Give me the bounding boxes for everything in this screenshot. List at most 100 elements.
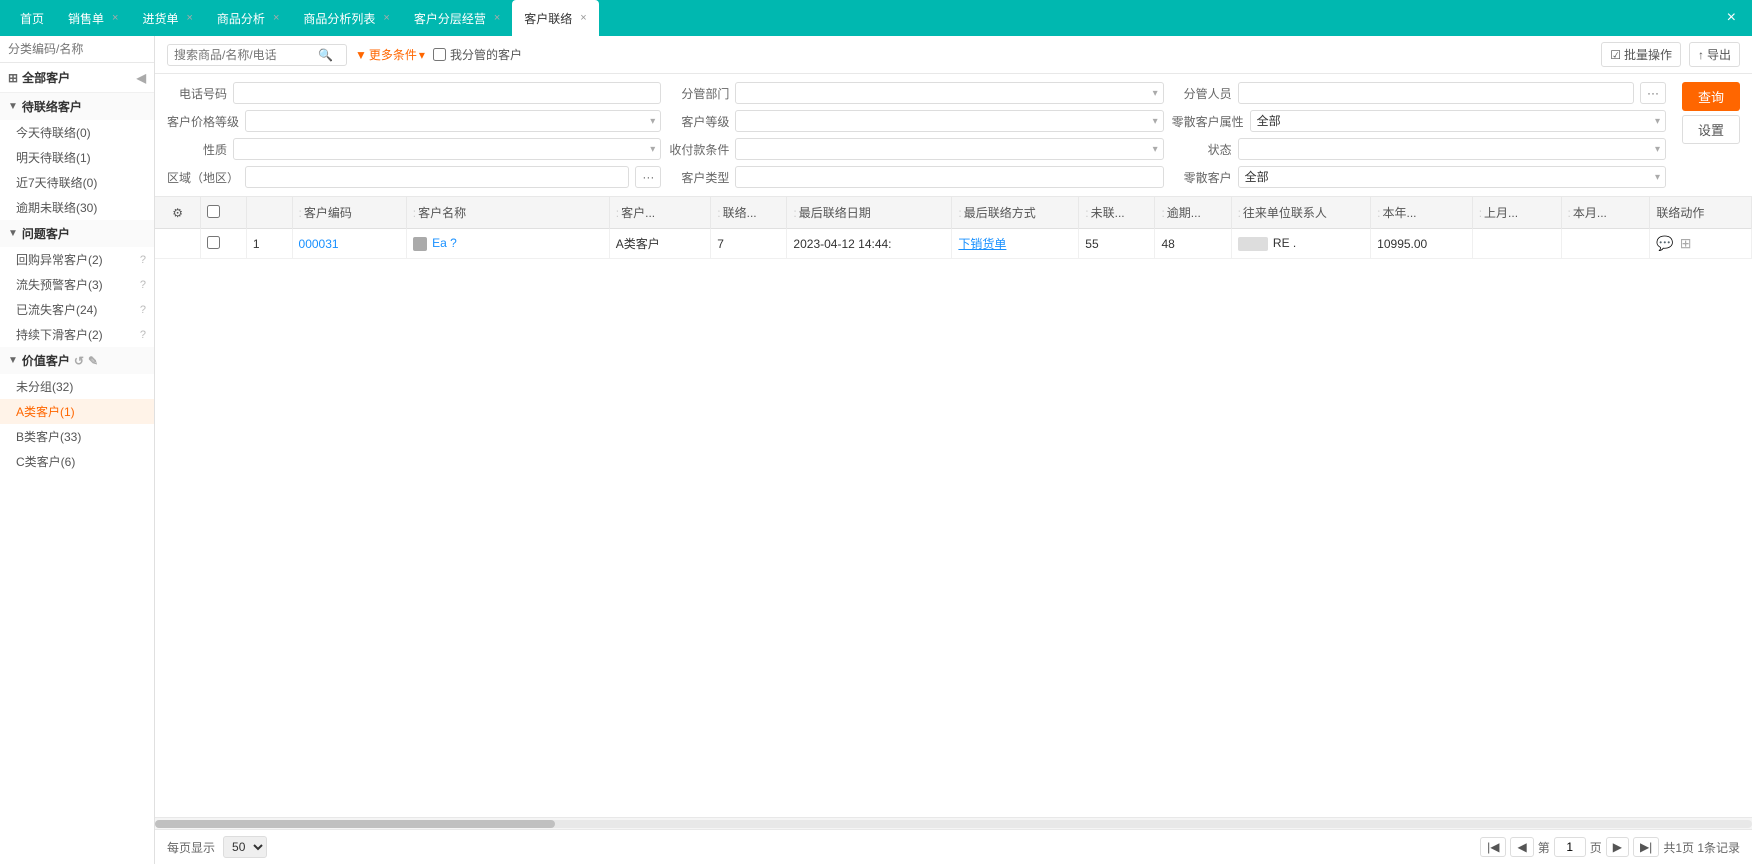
- query-button[interactable]: 查询: [1682, 82, 1740, 111]
- filter-phone-input[interactable]: [233, 82, 661, 104]
- nav-tab-purchase-close[interactable]: ×: [186, 12, 192, 24]
- sidebar-section-value[interactable]: ▼ 价值客户 ↺ ✎: [0, 347, 154, 374]
- sidebar-item-continuous-decline[interactable]: 持续下滑客户(2) ?: [0, 322, 154, 347]
- row-checkbox[interactable]: [207, 236, 220, 249]
- filter-bar: 🔍 ▼ 更多条件 ▾ 我分管的客户 ☑ 批量操作 ↑ 导出: [155, 36, 1752, 74]
- sidebar-item-unclassified[interactable]: 未分组(32): [0, 374, 154, 399]
- col-settings[interactable]: ⚙: [155, 197, 201, 229]
- filter-row-4: 区域（地区） ··· 客户类型 零散客户 全部 ▾: [167, 166, 1666, 188]
- page-input[interactable]: [1554, 837, 1586, 857]
- help-icon-4[interactable]: ?: [140, 329, 146, 341]
- filter-manager-input[interactable]: [1238, 82, 1634, 104]
- filter-row-1: 电话号码 分管部门 ▾ 分管人员: [167, 82, 1666, 104]
- col-name-label: 客户名称: [418, 206, 466, 220]
- nav-tab-purchase[interactable]: 进货单 ×: [130, 0, 204, 36]
- grid-icon: ⊞: [8, 71, 18, 85]
- row-code-cell[interactable]: 000031: [292, 229, 406, 259]
- sidebar-item-near7days[interactable]: 近7天待联络(0): [0, 170, 154, 195]
- filter-retail-attr-select[interactable]: 全部: [1250, 110, 1666, 132]
- sidebar-item-class-c[interactable]: C类客户(6): [0, 449, 154, 474]
- nav-tab-goods-analysis-list[interactable]: 商品分析列表 ×: [291, 0, 401, 36]
- sidebar-all-customers[interactable]: ⊞ 全部客户 ◀: [0, 63, 154, 93]
- per-page-select[interactable]: 50: [223, 836, 267, 858]
- filter-customer-level-wrapper: ▾: [735, 110, 1163, 132]
- filter-payment-select[interactable]: [735, 138, 1163, 160]
- nav-tab-sales-label: 销售单: [68, 10, 104, 27]
- col-select-all[interactable]: [201, 197, 247, 229]
- filter-retail-wrapper: 全部 ▾: [1238, 166, 1666, 188]
- sidebar-search-input[interactable]: [8, 42, 155, 56]
- filter-nature-label: 性质: [167, 141, 227, 158]
- sidebar-collapse-icon[interactable]: ◀: [137, 71, 146, 85]
- filter-dept-select[interactable]: [735, 82, 1163, 104]
- filter-more-btn[interactable]: ▼ 更多条件 ▾: [355, 46, 425, 63]
- filter-payment-wrapper: ▾: [735, 138, 1163, 160]
- filter-price-level-select[interactable]: [245, 110, 661, 132]
- filter-search-icon[interactable]: 🔍: [318, 48, 333, 62]
- sidebar-section-pending[interactable]: ▼ 待联络客户: [0, 93, 154, 120]
- sidebar-section-problems[interactable]: ▼ 问题客户: [0, 220, 154, 247]
- table-scrollbar-area: [155, 817, 1752, 829]
- next-page-btn[interactable]: ▶: [1606, 837, 1629, 857]
- help-icon-1[interactable]: ?: [140, 254, 146, 266]
- sidebar-item-lost-label: 已流失客户(24): [16, 301, 97, 318]
- row-name-color-block: [413, 237, 427, 251]
- export-button[interactable]: ↑ 导出: [1689, 42, 1740, 67]
- sidebar-item-lost[interactable]: 已流失客户(24) ?: [0, 297, 154, 322]
- select-all-checkbox[interactable]: [207, 205, 220, 218]
- sidebar-item-tomorrow[interactable]: 明天待联络(1): [0, 145, 154, 170]
- filter-retail-select[interactable]: 全部: [1238, 166, 1666, 188]
- help-icon-2[interactable]: ?: [140, 279, 146, 291]
- nav-tab-customer-contact[interactable]: 客户联络 ×: [512, 0, 598, 36]
- filter-manager-ellipsis[interactable]: ···: [1640, 82, 1666, 104]
- prev-page-btn[interactable]: ◀: [1510, 837, 1533, 857]
- edit-icon[interactable]: ✎: [88, 354, 98, 368]
- sidebar-section-value-label: 价值客户: [22, 352, 70, 369]
- scrollbar-thumb[interactable]: [155, 820, 555, 828]
- filter-search-input[interactable]: [174, 48, 314, 62]
- filter-customer-type-input[interactable]: [735, 166, 1163, 188]
- my-customers-checkbox[interactable]: [433, 48, 446, 61]
- filter-my-customers[interactable]: 我分管的客户: [433, 46, 522, 63]
- filter-retail-label: 零散客户: [1172, 169, 1232, 186]
- row-last-contact-method-link[interactable]: 下销货单: [958, 237, 1006, 251]
- refresh-icon[interactable]: ↺: [74, 354, 84, 368]
- sidebar-item-today[interactable]: 今天待联络(0): [0, 120, 154, 145]
- nav-tab-goods-analysis-close[interactable]: ×: [273, 12, 279, 24]
- filter-field-price-level: 客户价格等级 ▾: [167, 110, 661, 132]
- filter-region-ellipsis[interactable]: ···: [635, 166, 661, 188]
- col-contact-action-label: 联络动作: [1656, 206, 1704, 220]
- row-name-cell[interactable]: Ea ?: [406, 229, 609, 259]
- nav-tab-goods-analysis[interactable]: 商品分析 ×: [205, 0, 291, 36]
- nav-tab-home[interactable]: 首页: [8, 0, 56, 36]
- batch-ops-button[interactable]: ☑ 批量操作: [1601, 42, 1681, 67]
- filter-field-phone: 电话号码: [167, 82, 661, 104]
- filter-region-input[interactable]: [245, 166, 629, 188]
- nav-tab-sales[interactable]: 销售单 ×: [56, 0, 130, 36]
- first-page-btn[interactable]: |◀: [1480, 837, 1506, 857]
- sidebar-item-class-a[interactable]: A类客户(1): [0, 399, 154, 424]
- qr-action-icon[interactable]: ⊞: [1680, 235, 1692, 252]
- row-last-contact-method-cell[interactable]: 下销货单: [952, 229, 1079, 259]
- sidebar-item-lost-predicted[interactable]: 流失预警客户(3) ?: [0, 272, 154, 297]
- sidebar-item-overdue[interactable]: 逾期未联络(30): [0, 195, 154, 220]
- filter-settings-button[interactable]: 设置: [1682, 115, 1740, 144]
- last-page-btn[interactable]: ▶|: [1633, 837, 1659, 857]
- nav-tab-customer-segment-close[interactable]: ×: [494, 12, 500, 24]
- sidebar-item-class-b[interactable]: B类客户(33): [0, 424, 154, 449]
- filter-nature-select[interactable]: [233, 138, 661, 160]
- col-last-contact-method: :最后联络方式: [952, 197, 1079, 229]
- window-close-button[interactable]: ×: [1719, 9, 1744, 27]
- nav-tab-sales-close[interactable]: ×: [112, 12, 118, 24]
- chat-action-icon[interactable]: 💬: [1656, 235, 1673, 252]
- help-icon-3[interactable]: ?: [140, 304, 146, 316]
- nav-tab-goods-analysis-list-close[interactable]: ×: [383, 12, 389, 24]
- filter-status-select[interactable]: [1238, 138, 1666, 160]
- row-checkbox-cell[interactable]: [201, 229, 247, 259]
- filter-customer-level-select[interactable]: [735, 110, 1163, 132]
- sidebar-item-repeat-abnormal[interactable]: 回购异常客户(2) ?: [0, 247, 154, 272]
- arrow-down-icon3: ▼: [8, 355, 18, 366]
- nav-tab-customer-segment[interactable]: 客户分层经营 ×: [402, 0, 512, 36]
- nav-tab-customer-contact-close[interactable]: ×: [580, 12, 586, 24]
- sidebar-item-class-b-label: B类客户(33): [16, 428, 81, 445]
